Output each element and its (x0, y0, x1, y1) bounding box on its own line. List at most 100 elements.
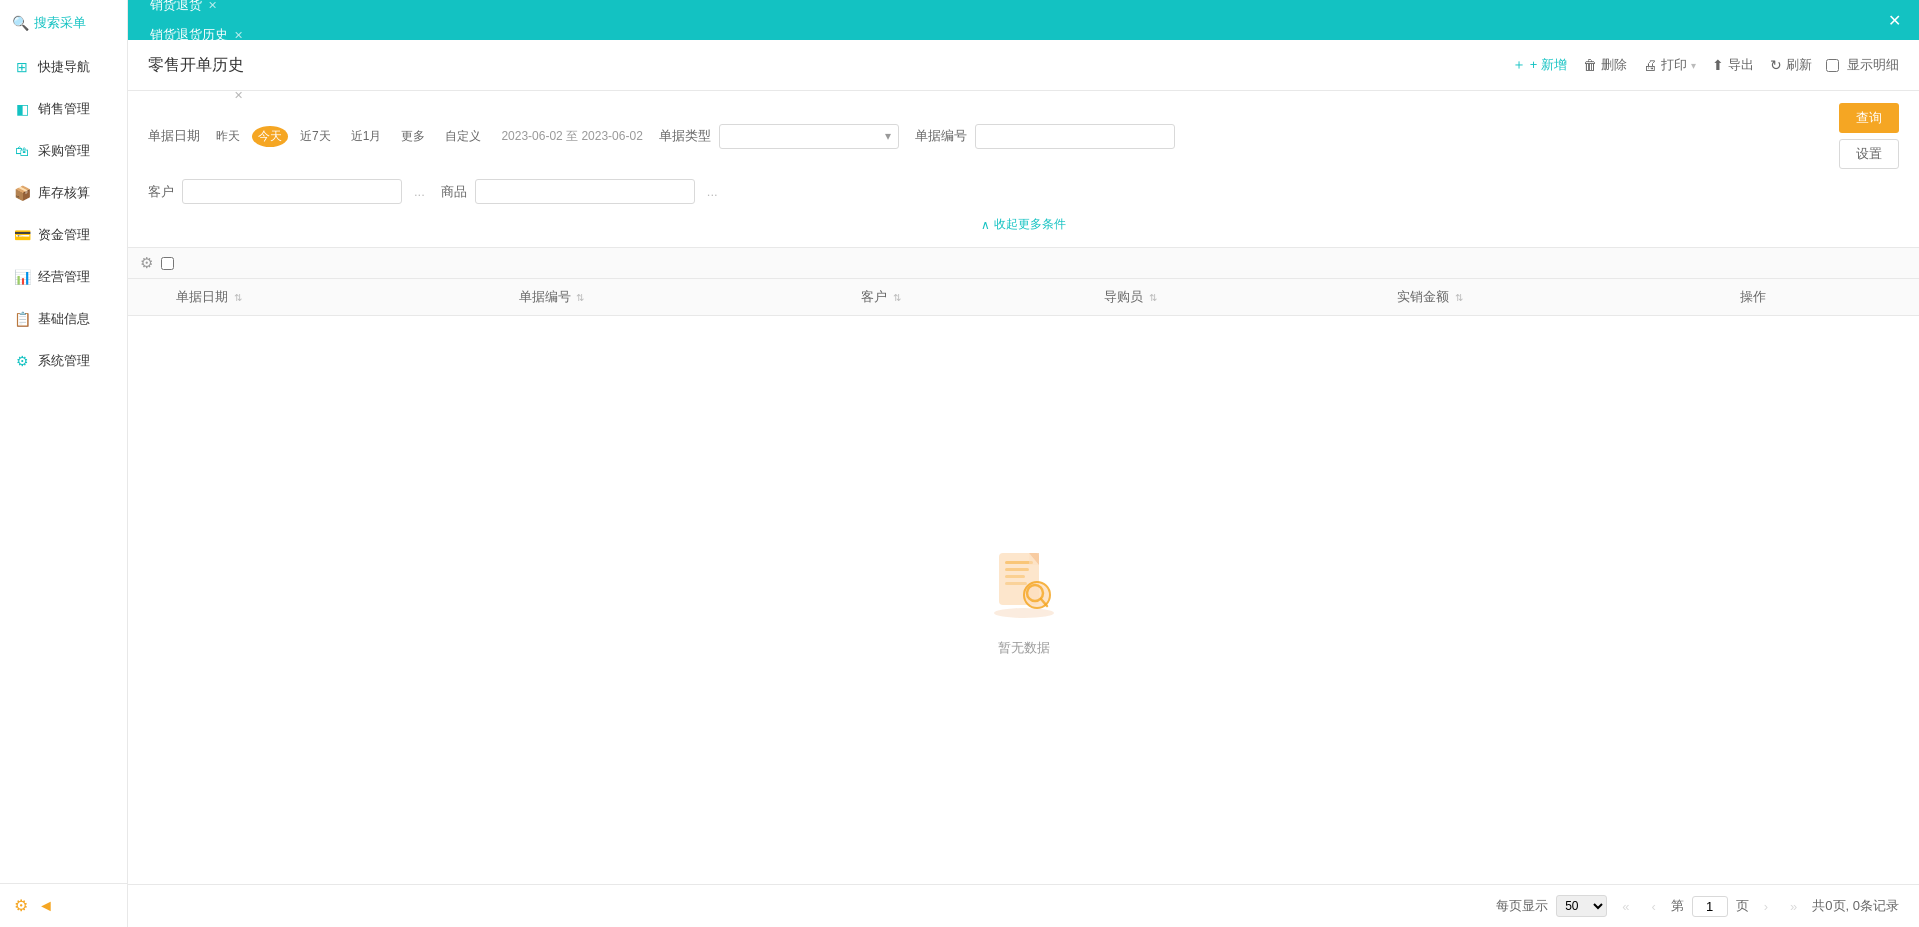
settings-button[interactable]: 设置 (1839, 139, 1899, 169)
data-table: 单据日期 ⇅单据编号 ⇅客户 ⇅导购员 ⇅实销金额 ⇅操作 (128, 279, 1919, 316)
date-shortcut-yesterday[interactable]: 昨天 (208, 126, 248, 147)
customer-dots[interactable]: ... (414, 184, 425, 199)
table-settings-icon[interactable]: ⚙ (140, 254, 153, 272)
sales-mgmt-icon: ◧ (14, 101, 30, 117)
sidebar-item-label: 快捷导航 (38, 58, 90, 76)
svg-point-0 (994, 608, 1054, 618)
sidebar-item-quick-nav[interactable]: ⊞ 快捷导航 (0, 46, 127, 88)
prev-page-btn[interactable]: ‹ (1644, 896, 1662, 917)
sidebar-item-label: 系统管理 (38, 352, 90, 370)
collapse-row[interactable]: ∧ 收起更多条件 (148, 214, 1899, 239)
tab-close-btn[interactable]: ✕ (234, 29, 243, 42)
customer-input[interactable] (182, 179, 402, 204)
display-toggle[interactable]: 显示明细 (1826, 56, 1899, 74)
table-toolbar: ⚙ (128, 248, 1919, 279)
customer-label: 客户 (148, 183, 174, 201)
display-toggle-checkbox[interactable] (1826, 59, 1839, 72)
sidebar-item-purchase-mgmt[interactable]: 🛍 采购管理 (0, 130, 127, 172)
sidebar-item-base-info[interactable]: 📋 基础信息 (0, 298, 127, 340)
sidebar-bottom: ⚙ ◄ (0, 883, 127, 927)
finance-icon: 💳 (14, 227, 30, 243)
doc-no-label: 单据编号 (915, 127, 967, 145)
date-shortcut-custom[interactable]: 自定义 (437, 126, 489, 147)
print-button[interactable]: 🖨 打印 ▾ (1641, 52, 1698, 78)
inventory-icon: 📦 (14, 185, 30, 201)
refresh-button[interactable]: ↻ 刷新 (1768, 52, 1814, 78)
delete-button[interactable]: 🗑 删除 (1581, 52, 1629, 78)
select-all-checkbox[interactable] (161, 257, 174, 270)
table-header: 单据日期 ⇅单据编号 ⇅客户 ⇅导购员 ⇅实销金额 ⇅操作 (128, 279, 1919, 316)
tab-close-btn[interactable]: ✕ (208, 0, 217, 12)
toolbar: ＋ + 新增 🗑 删除 🖨 打印 ▾ ⬆ 导出 ↻ (1510, 52, 1899, 78)
sidebar-item-label: 销售管理 (38, 100, 90, 118)
date-filter-group: 单据日期 昨天今天近7天近1月更多自定义 2023-06-02 至 2023-0… (148, 126, 643, 147)
empty-icon (979, 543, 1069, 623)
page-size-select[interactable]: 50 10 20 100 (1556, 895, 1607, 917)
svg-rect-4 (1005, 575, 1025, 578)
delete-icon: 🗑 (1583, 57, 1597, 73)
sort-icon: ⇅ (1149, 292, 1157, 303)
goods-dots[interactable]: ... (707, 184, 718, 199)
tab-close-btn[interactable]: ✕ (234, 89, 243, 102)
tab-sales-return[interactable]: 销货退货 ✕ (136, 0, 257, 20)
current-page-input[interactable] (1692, 896, 1728, 917)
last-page-btn[interactable]: » (1783, 896, 1804, 917)
print-label: 打印 (1661, 56, 1687, 74)
sys-mgmt-icon: ⚙ (14, 353, 30, 369)
quick-nav-icon: ⊞ (14, 59, 30, 75)
add-icon: ＋ (1512, 56, 1526, 74)
pagination: 每页显示 50 10 20 100 « ‹ 第 页 › » 共0页, 0条记录 (128, 884, 1919, 927)
empty-text: 暂无数据 (998, 639, 1050, 657)
sort-icon: ⇅ (1455, 292, 1463, 303)
goods-input[interactable] (475, 179, 695, 204)
page-header: 零售开单历史 ＋ + 新增 🗑 删除 🖨 打印 ▾ ⬆ 导出 (128, 40, 1919, 91)
doc-type-select-wrap (719, 124, 899, 149)
sidebar-search[interactable]: 🔍 搜索采单 (0, 0, 127, 46)
total-text: 共0页, 0条记录 (1812, 897, 1899, 915)
date-shortcut-last1month[interactable]: 近1月 (343, 126, 390, 147)
sidebar-settings-icon[interactable]: ⚙ (14, 896, 28, 915)
sidebar-item-sys-mgmt[interactable]: ⚙ 系统管理 (0, 340, 127, 382)
table-col-date[interactable]: 单据日期 ⇅ (164, 279, 507, 316)
date-shortcut-last7days[interactable]: 近7天 (292, 126, 339, 147)
table-col-salesperson[interactable]: 导购员 ⇅ (1092, 279, 1385, 316)
delete-label: 删除 (1601, 56, 1627, 74)
next-page-btn[interactable]: › (1757, 896, 1775, 917)
display-toggle-label: 显示明细 (1847, 56, 1899, 74)
main-area: 首页销售订单✕销货退货✕销货退货历史✕零售开单✕零售开单历史✕ ✕ 零售开单历史… (128, 0, 1919, 927)
table-col-customer[interactable]: 客户 ⇅ (849, 279, 1092, 316)
doc-no-input[interactable] (975, 124, 1175, 149)
tab-label: 销货退货 (150, 0, 202, 14)
filter-row-1: 单据日期 昨天今天近7天近1月更多自定义 2023-06-02 至 2023-0… (148, 103, 1899, 169)
collapse-label: 收起更多条件 (994, 216, 1066, 233)
table-col-no[interactable]: 单据编号 ⇅ (507, 279, 850, 316)
sidebar-item-sales-mgmt[interactable]: ◧ 销售管理 (0, 88, 127, 130)
sidebar-item-inventory[interactable]: 📦 库存核算 (0, 172, 127, 214)
base-info-icon: 📋 (14, 311, 30, 327)
collapse-icon: ∧ (981, 218, 990, 232)
sidebar-collapse-icon[interactable]: ◄ (38, 897, 54, 915)
sidebar-item-operations[interactable]: 📊 经营管理 (0, 256, 127, 298)
table-col-amount[interactable]: 实销金额 ⇅ (1385, 279, 1728, 316)
first-page-btn[interactable]: « (1615, 896, 1636, 917)
date-shortcut-today[interactable]: 今天 (252, 126, 288, 147)
content-area: 零售开单历史 ＋ + 新增 🗑 删除 🖨 打印 ▾ ⬆ 导出 (128, 40, 1919, 927)
sort-icon: ⇅ (234, 292, 242, 303)
add-button[interactable]: ＋ + 新增 (1510, 52, 1569, 78)
filter-row-2: 客户 ... 商品 ... (148, 179, 1899, 204)
filter-action-btns: 查询 设置 (1839, 103, 1899, 169)
sidebar-item-finance[interactable]: 💳 资金管理 (0, 214, 127, 256)
export-button[interactable]: ⬆ 导出 (1710, 52, 1756, 78)
window-close-button[interactable]: ✕ (1878, 11, 1911, 30)
query-button[interactable]: 查询 (1839, 103, 1899, 133)
table-area: ⚙ 单据日期 ⇅单据编号 ⇅客户 ⇅导购员 ⇅实销金额 ⇅操作 (128, 248, 1919, 884)
doc-no-filter-group: 单据编号 (915, 124, 1175, 149)
purchase-mgmt-icon: 🛍 (14, 143, 30, 159)
print-arrow: ▾ (1691, 60, 1696, 71)
empty-svg (979, 543, 1069, 623)
tab-close-btn[interactable]: ✕ (208, 59, 217, 72)
doc-type-select[interactable] (719, 124, 899, 149)
sidebar-item-label: 采购管理 (38, 142, 90, 160)
table-col-action: 操作 (1728, 279, 1919, 316)
date-shortcut-more[interactable]: 更多 (393, 126, 433, 147)
